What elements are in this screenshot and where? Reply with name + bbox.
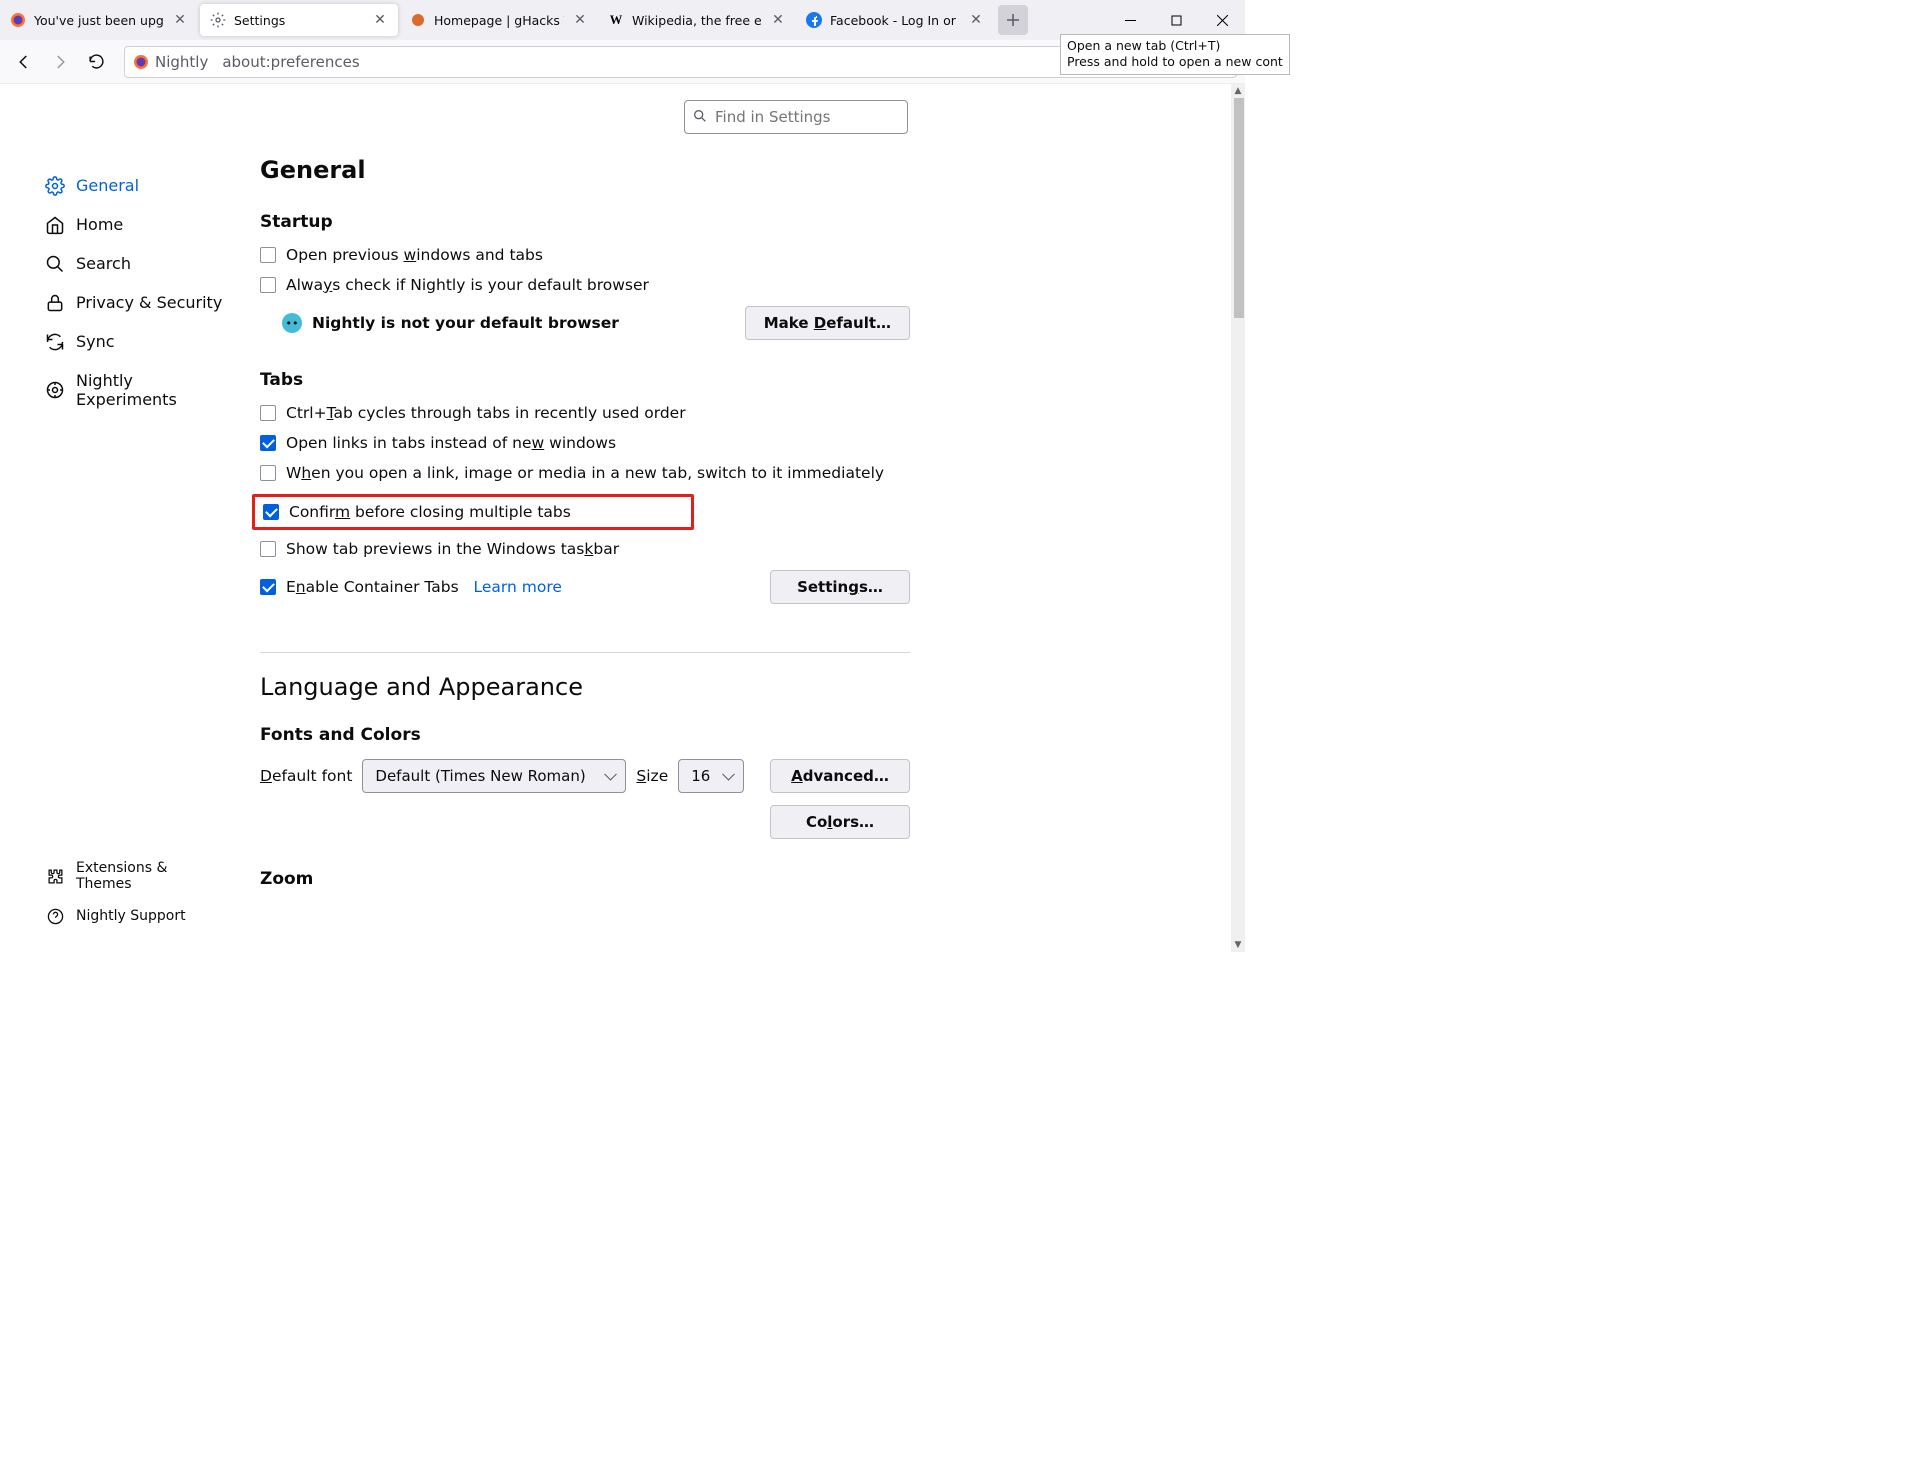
category-privacy[interactable]: Privacy & Security (0, 283, 240, 322)
scrollbar-thumb[interactable] (1234, 98, 1244, 318)
close-icon[interactable]: ✕ (770, 12, 786, 28)
flask-icon (44, 379, 66, 401)
container-settings-button[interactable]: Settings… (770, 570, 910, 604)
extensions-link[interactable]: Extensions & Themes (0, 852, 240, 900)
advanced-fonts-button[interactable]: Advanced… (770, 759, 910, 793)
default-browser-status: Nightly is not your default browser (312, 314, 619, 332)
question-icon (46, 907, 64, 925)
learn-more-link[interactable]: Learn more (474, 578, 562, 596)
section-heading-zoom: Zoom (260, 869, 910, 889)
category-general[interactable]: General (0, 166, 240, 205)
firefox-icon (133, 54, 149, 70)
browser-tab[interactable]: Homepage | gHacks Techn ✕ (400, 4, 598, 36)
checkbox-label: Show tab previews in the Windows taskbar (286, 540, 619, 558)
colors-button[interactable]: Colors… (770, 805, 910, 839)
section-heading-language: Language and Appearance (260, 652, 910, 701)
site-icon (410, 12, 426, 28)
section-heading-tabs: Tabs (260, 370, 910, 390)
scrollbar[interactable]: ▲ ▼ (1231, 84, 1245, 952)
facebook-icon (806, 12, 822, 28)
checkbox-row[interactable]: Open links in tabs instead of new window… (260, 434, 910, 452)
checkbox-confirm-close[interactable] (263, 504, 279, 520)
checkbox-switch-immediate[interactable] (260, 465, 276, 481)
back-button[interactable] (8, 46, 40, 78)
category-experiments[interactable]: Nightly Experiments (0, 361, 240, 419)
checkbox-row[interactable]: When you open a link, image or media in … (260, 464, 910, 482)
font-size-select[interactable]: 16 (678, 759, 744, 793)
default-font-label: Default font (260, 767, 352, 785)
home-icon (44, 214, 66, 236)
category-home[interactable]: Home (0, 205, 240, 244)
close-icon[interactable]: ✕ (172, 12, 188, 28)
section-heading-startup: Startup (260, 212, 910, 232)
make-default-button[interactable]: Make Default… (745, 306, 910, 340)
checkbox-label: Open previous windows and tabs (286, 246, 543, 264)
checkbox-always-check[interactable] (260, 277, 276, 293)
sync-icon (44, 331, 66, 353)
sad-face-icon: •• (282, 313, 302, 333)
checkbox-label: Open links in tabs instead of new window… (286, 434, 616, 452)
checkbox-row[interactable]: Open previous windows and tabs (260, 246, 910, 264)
checkbox-label: Enable Container Tabs (286, 578, 459, 596)
gear-icon (210, 12, 226, 28)
category-sync[interactable]: Sync (0, 322, 240, 361)
checkbox-label: Ctrl+Tab cycles through tabs in recently… (286, 404, 686, 422)
wikipedia-icon: W (608, 12, 624, 28)
new-tab-button[interactable] (998, 5, 1028, 35)
checkbox-label: Always check if Nightly is your default … (286, 276, 649, 294)
forward-button[interactable] (44, 46, 76, 78)
checkbox-open-links-tabs[interactable] (260, 435, 276, 451)
scroll-down-icon[interactable]: ▼ (1231, 938, 1245, 952)
scroll-up-icon[interactable]: ▲ (1231, 84, 1245, 98)
checkbox-open-previous[interactable] (260, 247, 276, 263)
search-wrapper (684, 100, 908, 134)
close-icon[interactable]: ✕ (372, 12, 388, 28)
checkbox-row: Enable Container Tabs Learn more Setting… (260, 570, 910, 604)
browser-tab-active[interactable]: Settings ✕ (200, 4, 398, 36)
search-icon (692, 108, 708, 124)
gear-icon (44, 175, 66, 197)
tab-bar: You've just been upgraded ✕ Settings ✕ H… (0, 0, 1245, 40)
browser-tab[interactable]: You've just been upgraded ✕ (0, 4, 198, 36)
lock-icon (44, 292, 66, 314)
new-tab-tooltip: Open a new tab (Ctrl+T) Press and hold t… (1060, 34, 1290, 75)
navigation-toolbar: Nightly about:preferences (0, 40, 1245, 84)
puzzle-icon (46, 867, 64, 885)
close-icon[interactable]: ✕ (572, 12, 588, 28)
reload-button[interactable] (80, 46, 112, 78)
font-size-label: Size (636, 767, 668, 785)
checkbox-row[interactable]: Confirm before closing multiple tabs (263, 503, 571, 521)
url-text: about:preferences (222, 53, 359, 71)
preferences-sidebar: General Home Search Privacy & Security S… (0, 84, 240, 952)
find-in-settings-input[interactable] (684, 100, 908, 134)
checkbox-label: When you open a link, image or media in … (286, 464, 884, 482)
main-content: General Home Search Privacy & Security S… (0, 84, 1245, 952)
default-font-select[interactable]: Default (Times New Roman) (362, 759, 626, 793)
identity-box[interactable]: Nightly (133, 53, 214, 71)
browser-tab[interactable]: Facebook - Log In or Sign U ✕ (796, 4, 994, 36)
close-icon[interactable]: ✕ (968, 12, 984, 28)
checkbox-ctrltab[interactable] (260, 405, 276, 421)
page-heading-general: General (260, 156, 910, 184)
search-icon (44, 253, 66, 275)
firefox-icon (10, 12, 26, 28)
browser-tab[interactable]: W Wikipedia, the free encyclop ✕ (598, 4, 796, 36)
checkbox-row[interactable]: Show tab previews in the Windows taskbar (260, 540, 910, 558)
content-area: General Startup Open previous windows an… (240, 84, 1245, 952)
checkbox-container-tabs[interactable] (260, 579, 276, 595)
checkbox-row[interactable]: Always check if Nightly is your default … (260, 276, 910, 294)
category-search[interactable]: Search (0, 244, 240, 283)
support-link[interactable]: Nightly Support (0, 900, 240, 932)
checkbox-taskbar-preview[interactable] (260, 541, 276, 557)
highlighted-option: Confirm before closing multiple tabs (252, 494, 694, 530)
section-heading-fonts: Fonts and Colors (260, 725, 910, 745)
checkbox-row[interactable]: Ctrl+Tab cycles through tabs in recently… (260, 404, 910, 422)
checkbox-label: Confirm before closing multiple tabs (289, 503, 571, 521)
